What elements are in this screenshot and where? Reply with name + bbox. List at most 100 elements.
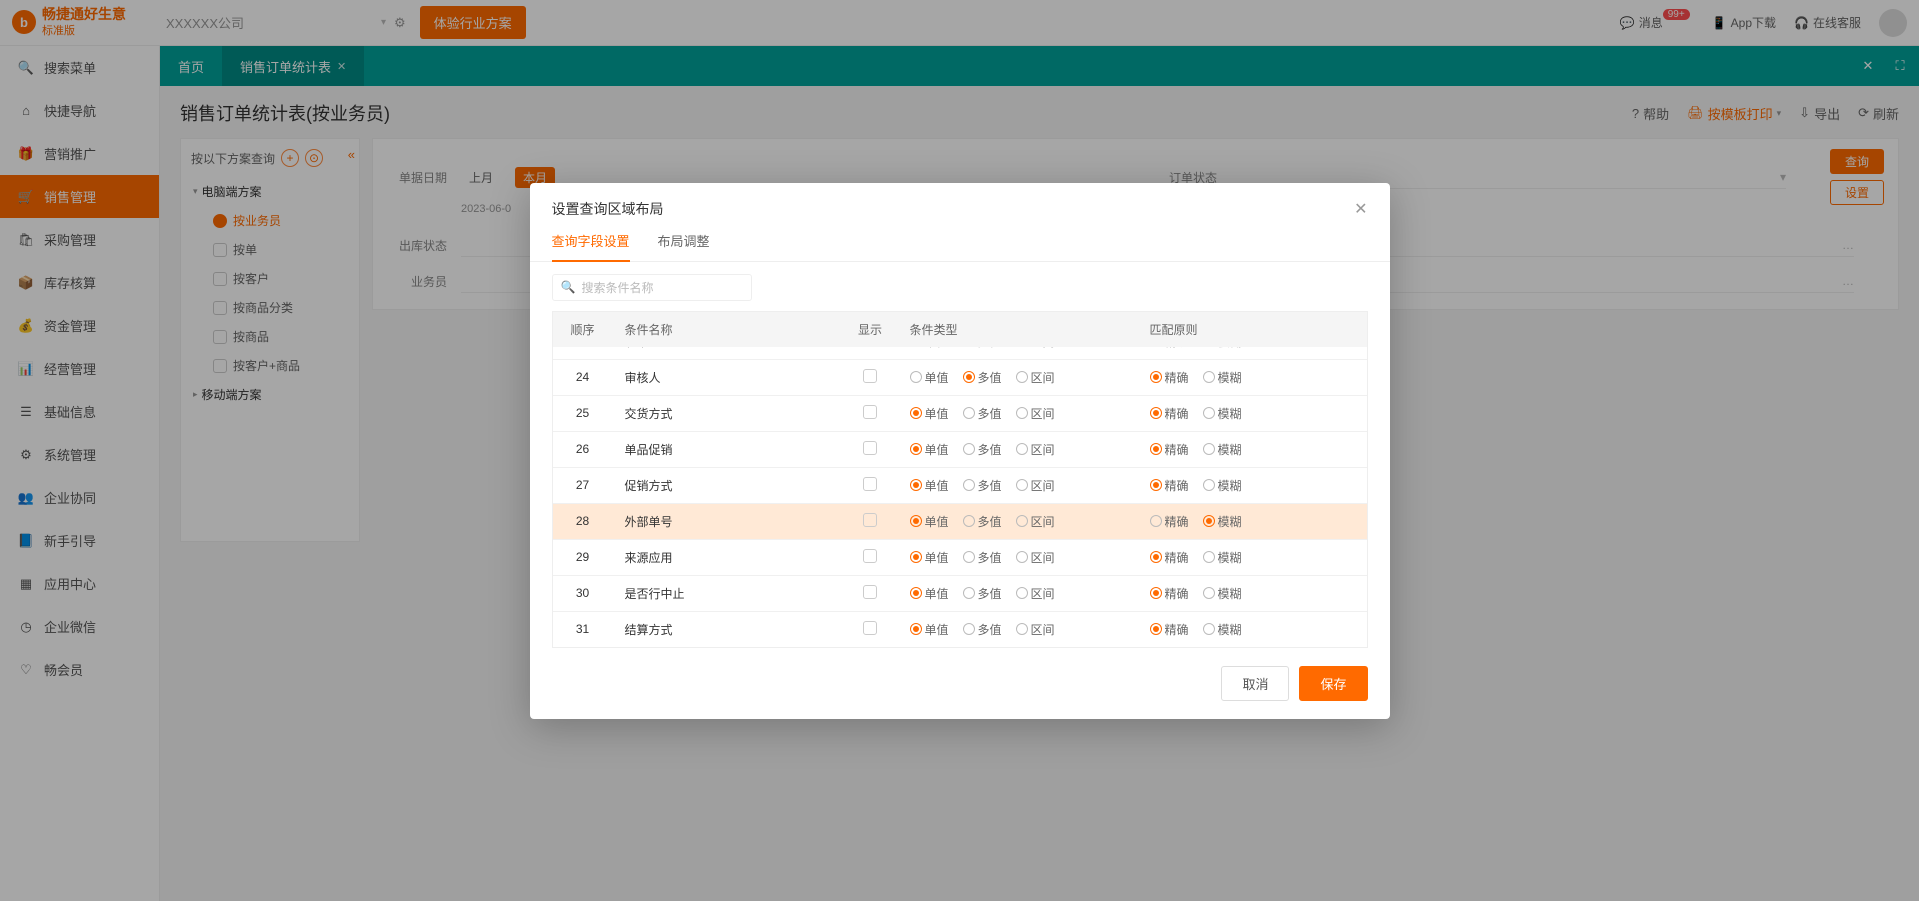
table-row[interactable]: 28外部单号单值多值区间精确模糊 (553, 503, 1367, 539)
cell-match: 精确 模糊 (1138, 347, 1367, 359)
radio-single[interactable]: 单值 (910, 441, 949, 458)
radio-multi[interactable]: 多值 (963, 585, 1002, 602)
show-checkbox[interactable] (863, 513, 877, 527)
radio-single[interactable]: 单值 (910, 549, 949, 566)
table-row[interactable]: 31结算方式单值多值区间精确模糊 (553, 611, 1367, 647)
radio-single[interactable]: 单值 (910, 621, 949, 638)
radio-dot (963, 587, 975, 599)
radio-exact[interactable]: 精确 (1150, 549, 1189, 566)
radio-label: 区间 (1031, 513, 1055, 530)
radio-range[interactable]: 区间 (1016, 477, 1055, 494)
radio-multi[interactable]: 多值 (963, 405, 1002, 422)
cell-seq: 28 (553, 505, 613, 537)
table-row[interactable]: 26单品促销单值多值区间精确模糊 (553, 431, 1367, 467)
radio-exact[interactable]: 精确 (1150, 369, 1189, 386)
cell-seq: 23 (553, 347, 613, 358)
table-row[interactable]: 29来源应用单值多值区间精确模糊 (553, 539, 1367, 575)
radio-multi[interactable]: 多值 (963, 369, 1002, 386)
show-checkbox[interactable] (863, 441, 877, 455)
radio-multi[interactable]: 多值 (963, 347, 1002, 350)
col-sequence: 顺序 (553, 312, 613, 347)
radio-single[interactable]: 单值 (910, 513, 949, 530)
radio-range[interactable]: 区间 (1016, 549, 1055, 566)
table-row[interactable]: 24审核人单值多值区间精确模糊 (553, 359, 1367, 395)
radio-fuzzy[interactable]: 模糊 (1203, 347, 1242, 350)
save-button[interactable]: 保存 (1299, 666, 1367, 701)
radio-exact[interactable]: 精确 (1150, 441, 1189, 458)
col-match-rule: 匹配原则 (1138, 312, 1367, 347)
radio-range[interactable]: 区间 (1016, 405, 1055, 422)
table-row[interactable]: 23制单人单值多值区间精确模糊 (553, 347, 1367, 359)
radio-label: 精确 (1165, 369, 1189, 386)
radio-exact[interactable]: 精确 (1150, 405, 1189, 422)
radio-single[interactable]: 单值 (910, 585, 949, 602)
show-checkbox[interactable] (863, 477, 877, 491)
radio-label: 区间 (1031, 549, 1055, 566)
radio-dot (910, 515, 922, 527)
radio-multi[interactable]: 多值 (963, 477, 1002, 494)
cell-type: 单值多值区间 (898, 576, 1138, 611)
radio-fuzzy[interactable]: 模糊 (1203, 477, 1242, 494)
cell-match: 精确 模糊 (1138, 468, 1367, 503)
show-checkbox[interactable] (863, 405, 877, 419)
radio-exact[interactable]: 精确 (1150, 585, 1189, 602)
radio-dot (963, 479, 975, 491)
cell-show (843, 432, 898, 467)
radio-label: 区间 (1031, 369, 1055, 386)
radio-single[interactable]: 单值 (910, 369, 949, 386)
radio-exact[interactable]: 精确 (1150, 347, 1189, 350)
cell-name: 审核人 (613, 360, 843, 395)
radio-label: 多值 (978, 477, 1002, 494)
show-checkbox[interactable] (863, 549, 877, 563)
radio-exact[interactable]: 精确 (1150, 621, 1189, 638)
table-row[interactable]: 25交货方式单值多值区间精确模糊 (553, 395, 1367, 431)
radio-multi[interactable]: 多值 (963, 549, 1002, 566)
radio-range[interactable]: 区间 (1016, 585, 1055, 602)
radio-dot (1203, 347, 1215, 348)
radio-fuzzy[interactable]: 模糊 (1203, 585, 1242, 602)
tab-layout-adjust[interactable]: 布局调整 (658, 231, 710, 261)
table-row[interactable]: 30是否行中止单值多值区间精确模糊 (553, 575, 1367, 611)
radio-fuzzy[interactable]: 模糊 (1203, 405, 1242, 422)
table-body[interactable]: 21客户 ▾单值多值区间精确模糊22运费承担方单值多值区间精确模糊23制单人单值… (553, 347, 1367, 647)
radio-label: 模糊 (1218, 441, 1242, 458)
radio-label: 单值 (925, 369, 949, 386)
radio-range[interactable]: 区间 (1016, 347, 1055, 350)
radio-multi[interactable]: 多值 (963, 441, 1002, 458)
tab-field-settings[interactable]: 查询字段设置 (552, 231, 630, 262)
radio-dot (963, 407, 975, 419)
radio-exact[interactable]: 精确 (1150, 477, 1189, 494)
radio-dot (1016, 371, 1028, 383)
radio-dot (910, 551, 922, 563)
cancel-button[interactable]: 取消 (1221, 666, 1289, 701)
radio-multi[interactable]: 多值 (963, 513, 1002, 530)
radio-range[interactable]: 区间 (1016, 441, 1055, 458)
cell-name: 是否行中止 (613, 576, 843, 611)
table-row[interactable]: 27促销方式单值多值区间精确模糊 (553, 467, 1367, 503)
radio-fuzzy[interactable]: 模糊 (1203, 513, 1242, 530)
radio-single[interactable]: 单值 (910, 405, 949, 422)
radio-dot (1016, 443, 1028, 455)
search-input[interactable]: 🔍 搜索条件名称 (552, 274, 752, 301)
radio-exact[interactable]: 精确 (1150, 513, 1189, 530)
radio-label: 精确 (1165, 441, 1189, 458)
radio-single[interactable]: 单值 (910, 477, 949, 494)
show-checkbox[interactable] (863, 369, 877, 383)
close-icon[interactable]: ✕ (1354, 199, 1367, 219)
cell-match: 精确模糊 (1138, 360, 1367, 395)
radio-label: 精确 (1165, 347, 1189, 350)
radio-multi[interactable]: 多值 (963, 621, 1002, 638)
radio-fuzzy[interactable]: 模糊 (1203, 549, 1242, 566)
radio-fuzzy[interactable]: 模糊 (1203, 369, 1242, 386)
radio-fuzzy[interactable]: 模糊 (1203, 621, 1242, 638)
radio-label: 精确 (1165, 477, 1189, 494)
radio-range[interactable]: 区间 (1016, 369, 1055, 386)
cell-show (843, 540, 898, 575)
show-checkbox[interactable] (863, 621, 877, 635)
radio-label: 模糊 (1218, 477, 1242, 494)
radio-single[interactable]: 单值 (910, 347, 949, 350)
radio-fuzzy[interactable]: 模糊 (1203, 441, 1242, 458)
radio-range[interactable]: 区间 (1016, 513, 1055, 530)
show-checkbox[interactable] (863, 585, 877, 599)
radio-range[interactable]: 区间 (1016, 621, 1055, 638)
